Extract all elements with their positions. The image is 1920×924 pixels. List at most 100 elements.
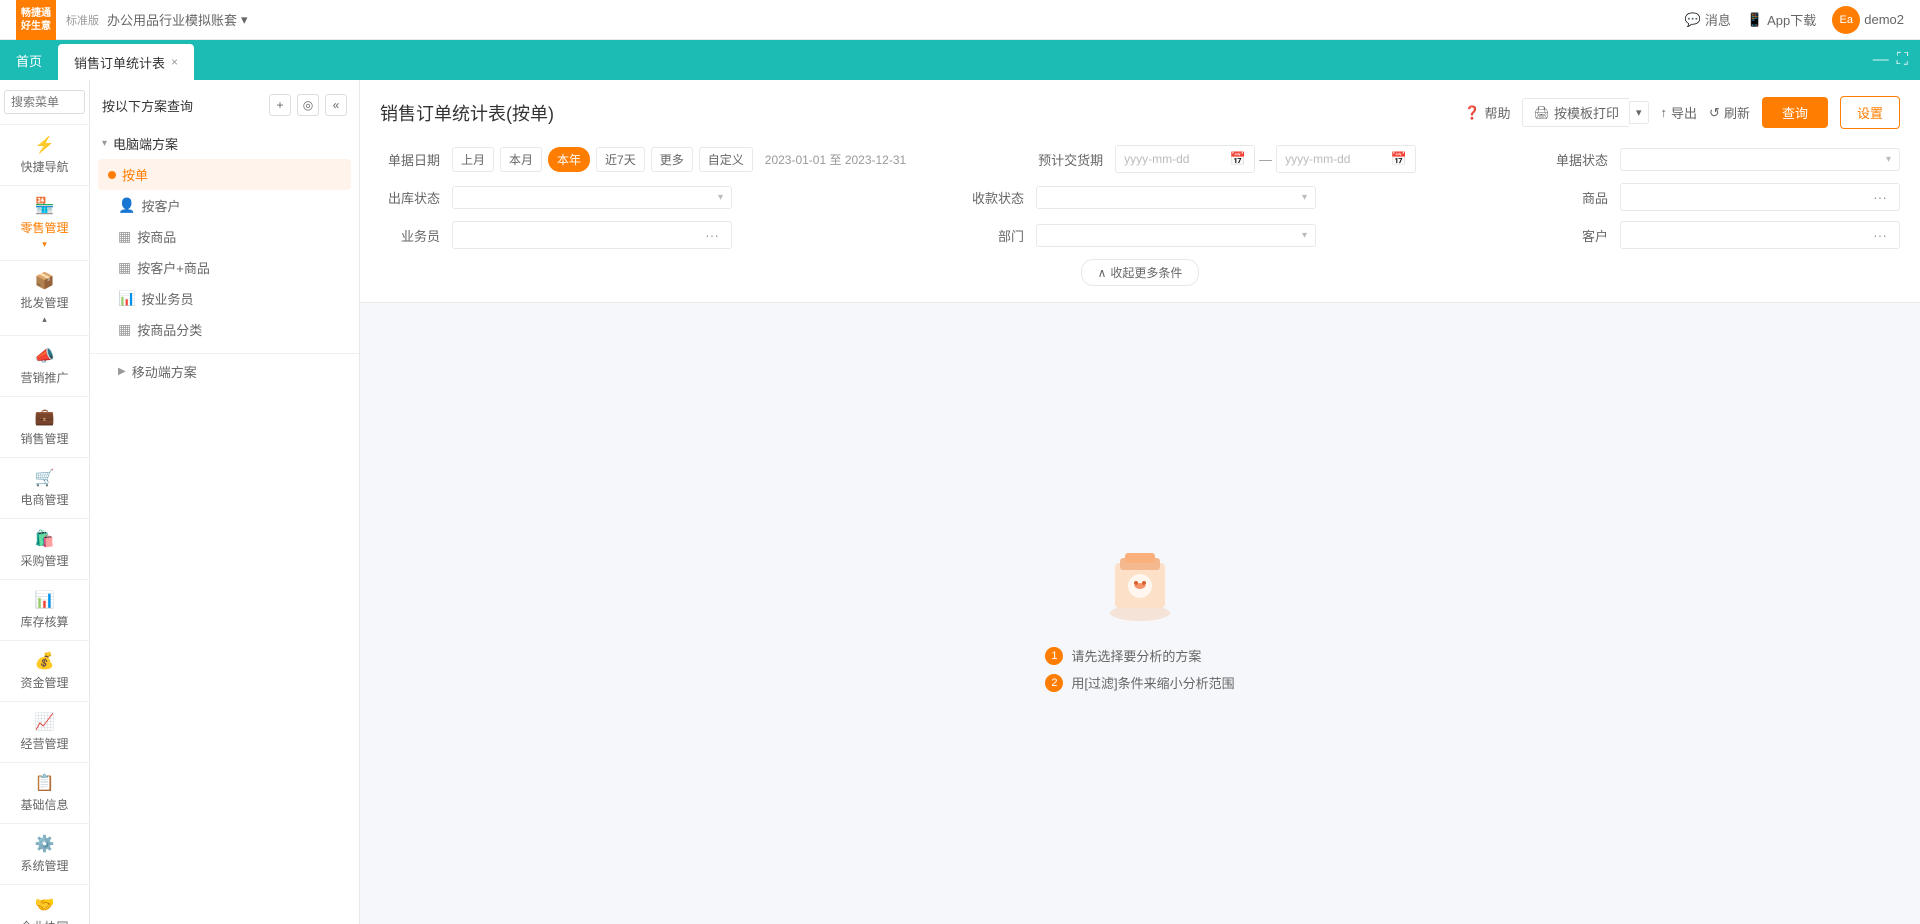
help-btn[interactable]: ❓ 帮助 [1464,103,1510,122]
sidebar-item-cooperation[interactable]: 🤝 企业协同 [0,885,89,924]
settings-btn[interactable]: 设置 [1840,96,1900,129]
active-scheme-by-order[interactable]: 按单 [98,159,351,190]
result-area: 1 请先选择要分析的方案 2 用[过滤]条件来缩小分析范围 [360,303,1920,924]
pc-section-arrow: ▾ [102,138,107,149]
empty-state: 1 请先选择要分析的方案 2 用[过滤]条件来缩小分析范围 [1045,528,1234,700]
top-bar-right: 💬 消息 📱 App下载 Ea demo2 [1685,6,1904,34]
template-print-main-btn[interactable]: 🖨 按模板打印 [1522,98,1629,127]
tab-bar: 首页 销售订单统计表 × — ⛶ [0,40,1920,80]
salesperson-ellipsis-btn[interactable]: ··· [701,227,723,243]
sidebar-item-finance[interactable]: 💰 资金管理 [0,641,89,702]
user-menu-btn[interactable]: Ea demo2 [1832,6,1904,34]
tab-bar-actions: — ⛶ [1873,40,1920,80]
search-btn[interactable]: 查询 [1762,97,1828,128]
template-print-dropdown-btn[interactable]: ▾ [1629,101,1649,124]
sidebar-item-operation[interactable]: 📈 经营管理 [0,702,89,763]
date-separator: — [1259,152,1272,167]
collapse-more-btn[interactable]: ∧ 收起更多条件 [1081,259,1200,286]
export-icon: ↑ [1661,105,1668,120]
pc-scheme-title[interactable]: ▾ 电脑端方案 [90,128,359,159]
page-title-row: 销售订单统计表(按单) ❓ 帮助 🖨 按模板打印 ▾ [380,96,1900,129]
by-customer-icon: 👤 [118,197,135,214]
sidebar-item-inventory[interactable]: 📊 库存核算 [0,580,89,641]
date-filter-label: 单据日期 [380,150,440,169]
tab-sales-order-summary[interactable]: 销售订单统计表 × [58,44,194,80]
expected-date-to[interactable]: yyyy-mm-dd 📅 [1276,145,1416,173]
scheme-by-goods[interactable]: ▦ 按商品 [90,221,359,252]
delivery-status-select[interactable]: ▾ [452,186,732,209]
message-btn[interactable]: 💬 消息 [1685,10,1731,29]
top-bar-left: 畅捷通 好生意 标准版 办公用品行业模拟账套 ▾ [16,0,248,40]
date-btn-custom[interactable]: 自定义 [699,147,753,172]
payment-status-select[interactable]: ▾ [1036,186,1316,209]
customer-ellipsis-btn[interactable]: ··· [1869,227,1891,243]
department-select[interactable]: ▾ [1036,224,1316,247]
sidebar-item-ecommerce[interactable]: 🛒 电商管理 [0,458,89,519]
sidebar-item-wholesale[interactable]: 📦 批发管理 ▴ [0,261,89,336]
left-panel: 按以下方案查询 + ◎ « ▾ 电脑端方案 按单 [90,80,360,924]
scheme-by-customer[interactable]: 👤 按客户 [90,190,359,221]
sidebar-item-system[interactable]: ⚙️ 系统管理 [0,824,89,885]
add-scheme-btn[interactable]: + [269,94,291,116]
mobile-section-arrow: ▶ [118,366,126,377]
delivery-status-label: 出库状态 [380,188,440,207]
title-actions: ❓ 帮助 🖨 按模板打印 ▾ ↑ 导出 [1464,96,1900,129]
sidebar-item-sales[interactable]: 💼 销售管理 [0,397,89,458]
scheme-by-customer-goods[interactable]: ▦ 按客户+商品 [90,252,359,283]
tab-close-btn[interactable]: × [171,55,178,69]
sidebar-item-retail[interactable]: 🏪 零售管理 ▾ [0,186,89,261]
goods-select[interactable]: ··· [1620,183,1900,211]
top-bar: 畅捷通 好生意 标准版 办公用品行业模拟账套 ▾ 💬 消息 📱 App下载 Ea… [0,0,1920,40]
right-panel: 销售订单统计表(按单) ❓ 帮助 🖨 按模板打印 ▾ [360,80,1920,924]
tab-minimize-icon[interactable]: — [1873,51,1889,69]
sidebar-item-purchase[interactable]: 🛍️ 采购管理 [0,519,89,580]
purchase-icon: 🛍️ [35,529,55,549]
salesperson-label: 业务员 [380,226,440,245]
sidebar-search-item [0,80,89,125]
section-divider [90,353,359,354]
bill-status-select[interactable]: ▾ [1620,148,1900,171]
date-btn-last-month[interactable]: 上月 [452,147,494,172]
export-btn[interactable]: ↑ 导出 [1661,103,1698,122]
logo: 畅捷通 好生意 [16,0,56,40]
sidebar-item-marketing[interactable]: 📣 营销推广 [0,336,89,397]
payment-status-arrow: ▾ [1302,192,1307,203]
refresh-btn[interactable]: ↺ 刷新 [1709,103,1750,122]
settings-scheme-btn[interactable]: ◎ [297,94,319,116]
customer-select[interactable]: ··· [1620,221,1900,249]
main-layout: ⚡ 快捷导航 🏪 零售管理 ▾ 📦 批发管理 ▴ 📣 营销推广 💼 销售管理 🛒… [0,80,1920,924]
title-dropdown-btn[interactable]: ▾ [241,12,248,28]
expected-date-from[interactable]: yyyy-mm-dd 📅 [1115,145,1255,173]
collapse-panel-btn[interactable]: « [325,94,347,116]
by-goods-category-icon: ▦ [118,321,131,338]
by-customer-goods-icon: ▦ [118,259,131,276]
query-section: 销售订单统计表(按单) ❓ 帮助 🖨 按模板打印 ▾ [360,80,1920,303]
ecommerce-icon: 🛒 [35,468,55,488]
tab-home[interactable]: 首页 [0,40,58,80]
empty-step-2: 2 用[过滤]条件来缩小分析范围 [1045,673,1234,692]
scheme-by-goods-category[interactable]: ▦ 按商品分类 [90,314,359,345]
sales-icon: 💼 [35,407,55,427]
search-input[interactable] [4,90,85,114]
sidebar-item-basic[interactable]: 📋 基础信息 [0,763,89,824]
sidebar-nav-shortcuts[interactable]: ⚡ 快捷导航 [0,125,89,186]
by-salesperson-icon: 📊 [118,290,135,307]
app-download-btn[interactable]: 📱 App下载 [1747,10,1816,29]
date-btn-this-year[interactable]: 本年 [548,147,590,172]
retail-icon: 🏪 [35,196,55,216]
date-btn-last-7-days[interactable]: 近7天 [596,147,645,172]
goods-ellipsis-btn[interactable]: ··· [1869,189,1891,205]
date-btn-more[interactable]: 更多 [651,147,693,172]
date-btn-this-month[interactable]: 本月 [500,147,542,172]
date-filter-group: 上月 本月 本年 近7天 更多 自定义 [452,147,753,172]
department-arrow: ▾ [1302,230,1307,241]
salesperson-select[interactable]: ··· [452,221,732,249]
mobile-scheme-section[interactable]: ▶ 移动端方案 [90,358,359,385]
cooperation-icon: 🤝 [35,895,55,915]
active-dot [108,171,116,179]
scheme-by-salesperson[interactable]: 📊 按业务员 [90,283,359,314]
filter-row-3: 业务员 ··· 部门 ▾ 客户 ··· [380,221,1900,249]
calendar-icon-to: 📅 [1391,151,1407,167]
inventory-icon: 📊 [35,590,55,610]
tab-fullscreen-icon[interactable]: ⛶ [1897,51,1908,69]
